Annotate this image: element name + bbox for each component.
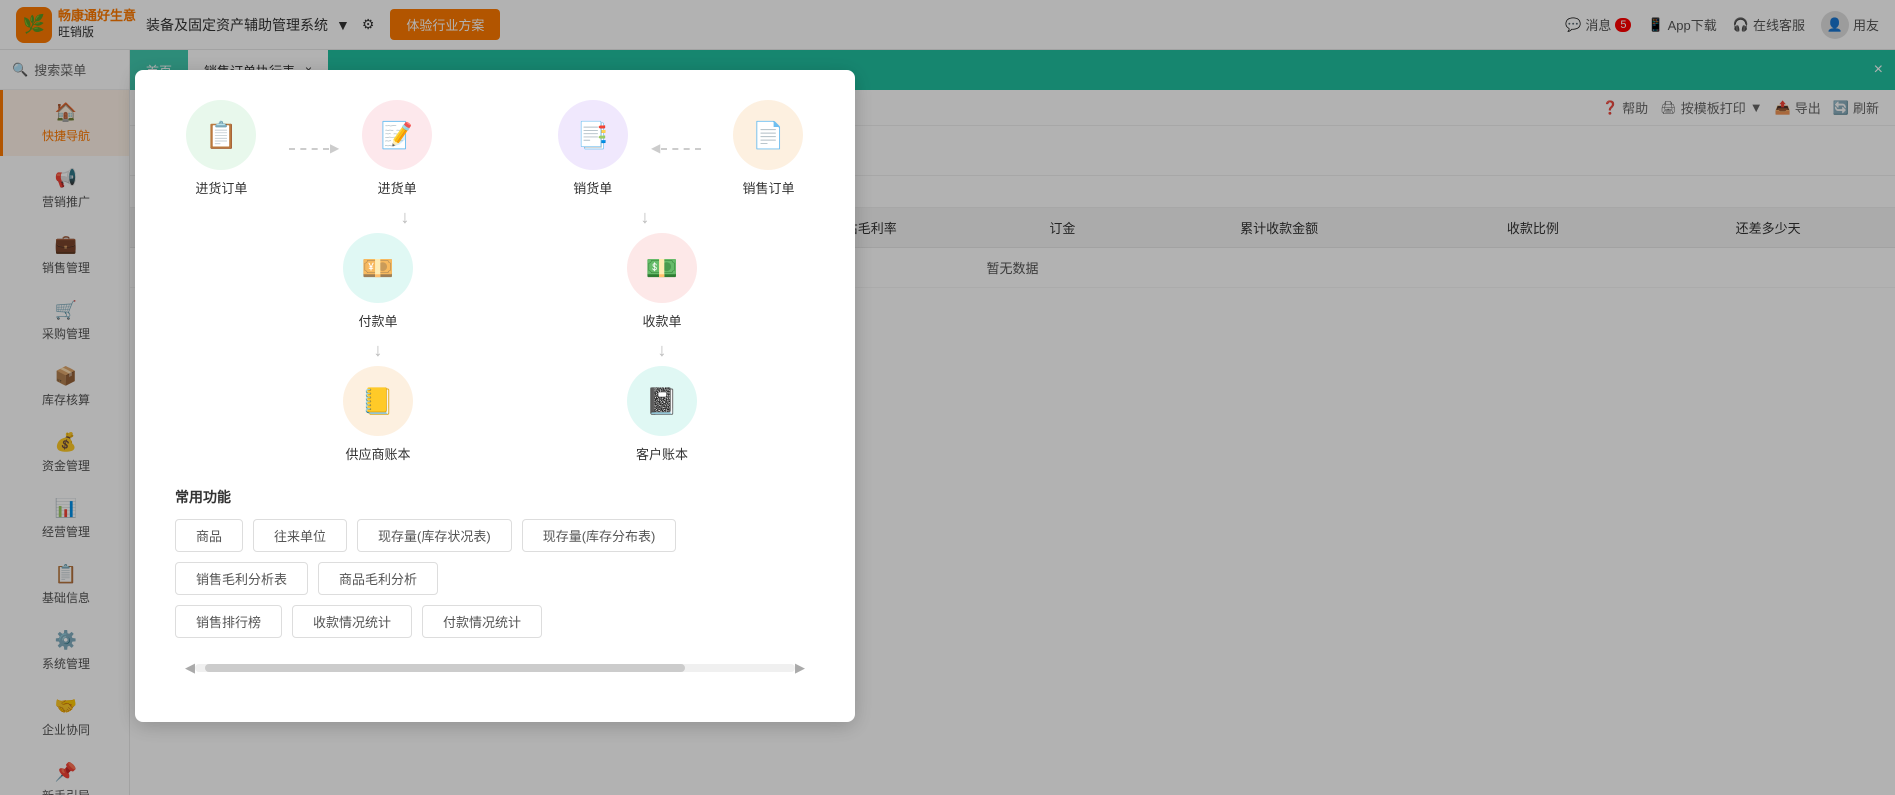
receipt-slip-circle: 💵	[627, 233, 697, 303]
receipt-slip-label: 收款单	[642, 311, 681, 330]
purchase-slip-circle: 📝	[362, 100, 432, 170]
scroll-right-icon[interactable]: ▶	[795, 660, 805, 676]
func-btn-payment-stats[interactable]: 付款情况统计	[422, 605, 542, 638]
purchase-slip-label: 进货单	[378, 178, 417, 197]
payment-slip-icon: 💴	[362, 253, 394, 284]
sales-slip-icon: 📑	[577, 120, 609, 151]
sales-order-label: 销售订单	[742, 178, 794, 197]
scroll-left-icon[interactable]: ◀	[185, 660, 195, 676]
payment-slip-label: 付款单	[358, 311, 397, 330]
flow-row-1: 📋 进货订单 📝 进货单	[175, 100, 815, 197]
flow-item-receipt-slip[interactable]: 💵 收款单	[627, 233, 697, 330]
common-title: 常用功能	[175, 487, 815, 507]
flow-item-sales-slip[interactable]: 📑 销货单	[558, 100, 628, 197]
purchase-order-icon: 📋	[205, 120, 237, 151]
flow-item-purchase-slip[interactable]: 📝 进货单	[362, 100, 432, 197]
func-btn-stock-status[interactable]: 现存量(库存状况表)	[357, 519, 512, 552]
arrow-down-row-1: ↓ ↓	[175, 205, 815, 229]
sales-order-circle: 📄	[733, 100, 803, 170]
purchase-order-circle: 📋	[186, 100, 256, 170]
flow-item-purchase-order[interactable]: 📋 进货订单	[186, 100, 256, 197]
scrollbar[interactable]	[195, 664, 795, 672]
arrow-down-receipt: ↓	[627, 338, 697, 362]
flow-item-payment-slip[interactable]: 💴 付款单	[343, 233, 413, 330]
func-buttons: 商品 往来单位 现存量(库存状况表) 现存量(库存分布表) 销售毛利分析表 商品…	[175, 519, 815, 595]
modal-overlay[interactable]: 📋 进货订单 📝 进货单	[0, 0, 1895, 795]
sales-slip-circle: 📑	[558, 100, 628, 170]
func-btn-sales-rank[interactable]: 销售排行榜	[175, 605, 282, 638]
customer-account-circle: 📓	[627, 366, 697, 436]
supplier-account-circle: 📒	[343, 366, 413, 436]
flow-row-3: 📒 供应商账本 📓 客户账本	[175, 366, 815, 463]
flow-item-customer-account[interactable]: 📓 客户账本	[627, 366, 697, 463]
func-buttons-2: 销售排行榜 收款情况统计 付款情况统计	[175, 605, 815, 638]
quick-guide-modal: 📋 进货订单 📝 进货单	[135, 70, 855, 722]
flow-item-supplier-account[interactable]: 📒 供应商账本	[343, 366, 413, 463]
customer-account-icon: 📓	[646, 386, 678, 417]
arrow-1-2	[279, 148, 339, 150]
arrow-down-payment: ↓	[343, 338, 413, 362]
payment-slip-circle: 💴	[343, 233, 413, 303]
modal-scroll-row: ◀ ▶	[175, 654, 815, 692]
func-btn-stock-dist[interactable]: 现存量(库存分布表)	[522, 519, 677, 552]
modal-body: 📋 进货订单 📝 进货单	[135, 70, 855, 722]
arrow-down-sales: ↓	[605, 205, 685, 229]
supplier-account-icon: 📒	[362, 386, 394, 417]
func-btn-product-margin[interactable]: 商品毛利分析	[318, 562, 438, 595]
sales-slip-label: 销货单	[573, 178, 612, 197]
flow-item-sales-order[interactable]: 📄 销售订单	[733, 100, 803, 197]
arrow-down-purchase: ↓	[365, 205, 445, 229]
purchase-order-label: 进货订单	[195, 178, 247, 197]
func-btn-partner[interactable]: 往来单位	[253, 519, 347, 552]
func-btn-product[interactable]: 商品	[175, 519, 243, 552]
func-btn-receipt-stats[interactable]: 收款情况统计	[292, 605, 412, 638]
sales-order-icon: 📄	[752, 120, 784, 151]
flow-row-2: 💴 付款单 💵 收款单	[175, 233, 815, 330]
purchase-slip-icon: 📝	[381, 120, 413, 151]
func-btn-sales-margin[interactable]: 销售毛利分析表	[175, 562, 308, 595]
arrow-4-3	[651, 148, 711, 150]
receipt-slip-icon: 💵	[646, 253, 678, 284]
arrow-down-row-2: ↓ ↓	[175, 338, 815, 362]
scrollbar-thumb	[205, 664, 685, 672]
supplier-account-label: 供应商账本	[345, 444, 410, 463]
customer-account-label: 客户账本	[636, 444, 688, 463]
